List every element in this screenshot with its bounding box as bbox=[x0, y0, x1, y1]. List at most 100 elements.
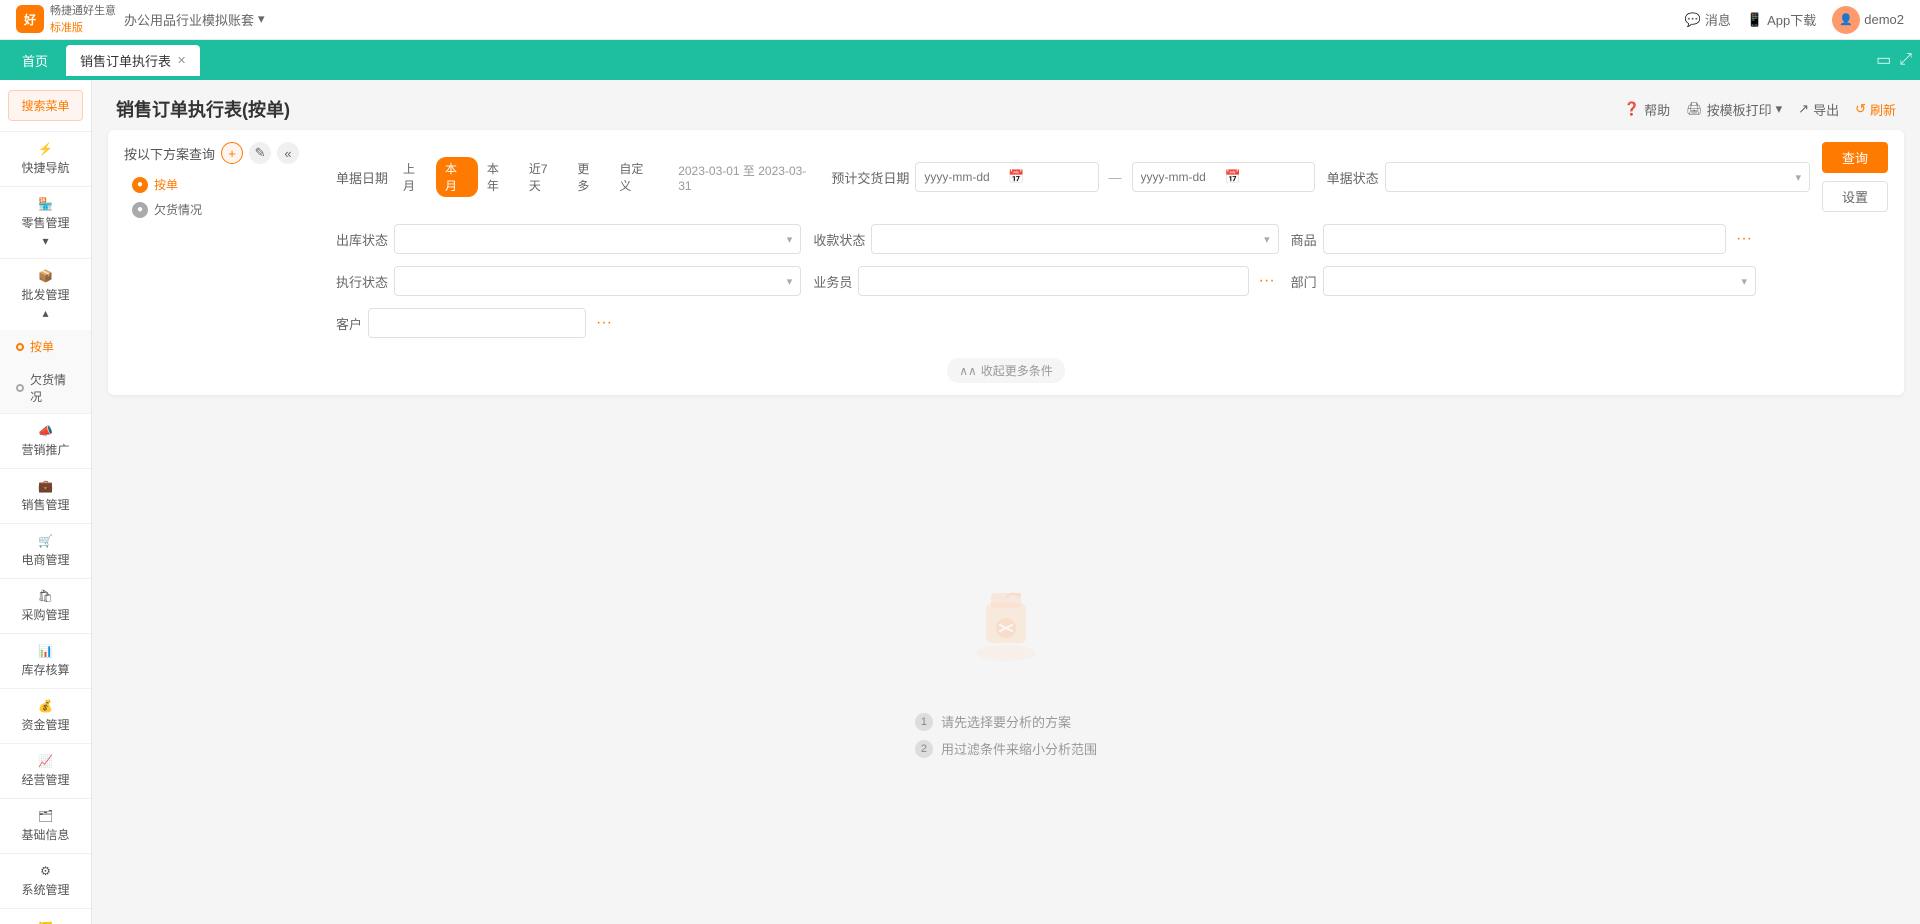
user-area[interactable]: 👤 demo2 bbox=[1832, 6, 1904, 34]
goods-input[interactable] bbox=[1323, 224, 1726, 254]
tip-num-1: 1 bbox=[915, 713, 933, 731]
dept-select[interactable]: ▾ bbox=[1323, 266, 1756, 296]
print-arrow: ▾ bbox=[1776, 101, 1783, 117]
customer-input[interactable] bbox=[368, 308, 586, 338]
goods-dots-icon[interactable]: ··· bbox=[1732, 230, 1756, 248]
sidebar-cooperation-section: 🤝 企业协同 bbox=[0, 909, 91, 924]
scheme-debt-icon: ● bbox=[132, 202, 148, 218]
sidebar-sub-debt[interactable]: 欠货情况 bbox=[0, 363, 91, 413]
sidebar-item-wholesale[interactable]: 📦 批发管理 ▴ bbox=[0, 259, 91, 330]
system-label: 系统管理 bbox=[21, 881, 69, 898]
sidebar-item-finance[interactable]: 💰 资金管理 bbox=[0, 689, 91, 743]
logo-texts: 畅捷通好生意 标准版 bbox=[50, 4, 116, 34]
delivery-select[interactable]: ▾ bbox=[394, 224, 801, 254]
add-scheme-btn[interactable]: + bbox=[221, 142, 243, 164]
date-btn-this-month[interactable]: 本月 bbox=[436, 157, 478, 197]
scheme-label: 按以下方案查询 bbox=[124, 144, 215, 163]
status-group: 单据状态 ▾ bbox=[1327, 162, 1810, 192]
dept-label: 部门 bbox=[1291, 272, 1317, 291]
tab-home[interactable]: 首页 bbox=[8, 45, 62, 76]
expected-date-start-input[interactable] bbox=[924, 170, 1004, 184]
filter-scheme-header: 按以下方案查询 + ✎ « bbox=[124, 142, 324, 164]
page-title: 销售订单执行表(按单) bbox=[116, 96, 290, 122]
app-btn[interactable]: 📱 App下载 bbox=[1747, 10, 1816, 29]
tab-close-icon[interactable]: ✕ bbox=[177, 54, 186, 67]
page-header-actions: ❓ 帮助 🖨 按模板打印 ▾ ↗ 导出 ↺ 刷新 bbox=[1624, 100, 1896, 119]
tab-sales-order[interactable]: 销售订单执行表 ✕ bbox=[66, 45, 200, 76]
expected-date-group: 预计交货日期 📅 — 📅 bbox=[831, 162, 1314, 192]
sales-mgmt-icon: 💼 bbox=[38, 479, 53, 493]
industry-label: 办公用品行业模拟账套 bbox=[124, 10, 254, 29]
collapse-btn[interactable]: ∧∧ 收起更多条件 bbox=[947, 358, 1065, 383]
edit-scheme-btn[interactable]: ✎ bbox=[249, 142, 271, 164]
expected-date-end[interactable]: 📅 bbox=[1132, 162, 1315, 192]
scheme-item-order[interactable]: ● 按单 bbox=[124, 172, 324, 197]
industry-selector[interactable]: 办公用品行业模拟账套 ▾ bbox=[124, 10, 265, 29]
collapse-scheme-btn[interactable]: « bbox=[277, 142, 299, 164]
retail-label: 零售管理 bbox=[21, 214, 69, 231]
sidebar-item-ecommerce[interactable]: 🛒 电商管理 bbox=[0, 524, 91, 578]
customer-dots-icon[interactable]: ··· bbox=[592, 314, 616, 332]
finance-label: 资金管理 bbox=[21, 716, 69, 733]
scheme-items: ● 按单 ● 欠货情况 bbox=[124, 172, 324, 222]
empty-state: 1 请先选择要分析的方案 2 用过滤条件来缩小分析范围 bbox=[92, 407, 1920, 924]
sidebar-item-quick-nav[interactable]: ⚡ 快捷导航 bbox=[0, 132, 91, 186]
exec-chevron-icon: ▾ bbox=[787, 275, 793, 288]
sidebar-item-purchase[interactable]: 🛍 采购管理 bbox=[0, 579, 91, 633]
help-icon: ❓ bbox=[1624, 101, 1640, 117]
wholesale-icon: 📦 bbox=[38, 269, 53, 283]
expected-date-start[interactable]: 📅 bbox=[915, 162, 1098, 192]
payment-group: 收款状态 ▾ bbox=[813, 224, 1278, 254]
sidebar-item-marketing[interactable]: 📣 营销推广 bbox=[0, 414, 91, 468]
goods-label: 商品 bbox=[1291, 230, 1317, 249]
tab-minimize-icon[interactable]: ▭ bbox=[1876, 50, 1891, 70]
exec-select[interactable]: ▾ bbox=[394, 266, 801, 296]
marketing-icon: 📣 bbox=[38, 424, 53, 438]
system-icon: ⚙ bbox=[40, 864, 51, 878]
help-btn[interactable]: ❓ 帮助 bbox=[1624, 100, 1670, 119]
sidebar-item-system[interactable]: ⚙ 系统管理 bbox=[0, 854, 91, 908]
calendar-end-icon: 📅 bbox=[1225, 169, 1241, 185]
salesman-label: 业务员 bbox=[813, 272, 852, 291]
sidebar-search-btn[interactable]: 搜索菜单 bbox=[8, 90, 83, 121]
sidebar-item-sales-mgmt[interactable]: 💼 销售管理 bbox=[0, 469, 91, 523]
date-btn-this-year[interactable]: 本年 bbox=[478, 155, 520, 199]
msg-label: 消息 bbox=[1705, 10, 1731, 29]
sidebar-item-operations[interactable]: 📈 经营管理 bbox=[0, 744, 91, 798]
sidebar-item-retail[interactable]: 🏪 零售管理 ▾ bbox=[0, 187, 91, 258]
sidebar-ecommerce-section: 🛒 电商管理 bbox=[0, 524, 91, 579]
msg-btn[interactable]: 💬 消息 bbox=[1685, 10, 1731, 29]
basics-label: 基础信息 bbox=[21, 826, 69, 843]
sidebar-item-cooperation[interactable]: 🤝 企业协同 bbox=[0, 909, 91, 924]
logo-text: 畅捷通好生意 bbox=[50, 4, 116, 18]
date-btn-more[interactable]: 更多 bbox=[568, 155, 610, 199]
expected-date-end-input[interactable] bbox=[1141, 170, 1221, 184]
refresh-label: 刷新 bbox=[1870, 100, 1896, 119]
print-btn[interactable]: 🖨 按模板打印 ▾ bbox=[1686, 100, 1782, 119]
app-label: App下载 bbox=[1767, 10, 1816, 29]
inventory-label: 库存核算 bbox=[21, 661, 69, 678]
payment-select[interactable]: ▾ bbox=[871, 224, 1278, 254]
salesman-dots-icon[interactable]: ··· bbox=[1255, 272, 1279, 290]
setting-button[interactable]: 设置 bbox=[1822, 181, 1888, 212]
sidebar-system-section: ⚙ 系统管理 bbox=[0, 854, 91, 909]
tab-expand-icon[interactable]: ⤢ bbox=[1899, 51, 1912, 69]
sidebar-item-basics[interactable]: 🗂 基础信息 bbox=[0, 799, 91, 853]
sub-order-label: 按单 bbox=[30, 338, 54, 355]
date-btn-custom[interactable]: 自定义 bbox=[610, 155, 664, 199]
collapse-arrow-icon: ∧∧ bbox=[959, 364, 977, 378]
export-btn[interactable]: ↗ 导出 bbox=[1798, 100, 1839, 119]
status-select[interactable]: ▾ bbox=[1385, 162, 1810, 192]
date-btn-last7[interactable]: 近7天 bbox=[520, 155, 569, 199]
sidebar-item-inventory[interactable]: 📊 库存核算 bbox=[0, 634, 91, 688]
salesman-input[interactable] bbox=[858, 266, 1248, 296]
quick-nav-label: 快捷导航 bbox=[21, 159, 69, 176]
cooperation-icon: 🤝 bbox=[38, 919, 53, 924]
scheme-item-debt[interactable]: ● 欠货情况 bbox=[124, 197, 324, 222]
sidebar-sub-order[interactable]: 按单 bbox=[0, 330, 91, 363]
refresh-btn[interactable]: ↺ 刷新 bbox=[1855, 100, 1896, 119]
sidebar-wholesale-section: 📦 批发管理 ▴ 按单 欠货情况 bbox=[0, 259, 91, 414]
date-btn-last-month[interactable]: 上月 bbox=[394, 155, 436, 199]
filter-actions: ∧∧ 收起更多条件 bbox=[124, 350, 1888, 383]
query-button[interactable]: 查询 bbox=[1822, 142, 1888, 173]
